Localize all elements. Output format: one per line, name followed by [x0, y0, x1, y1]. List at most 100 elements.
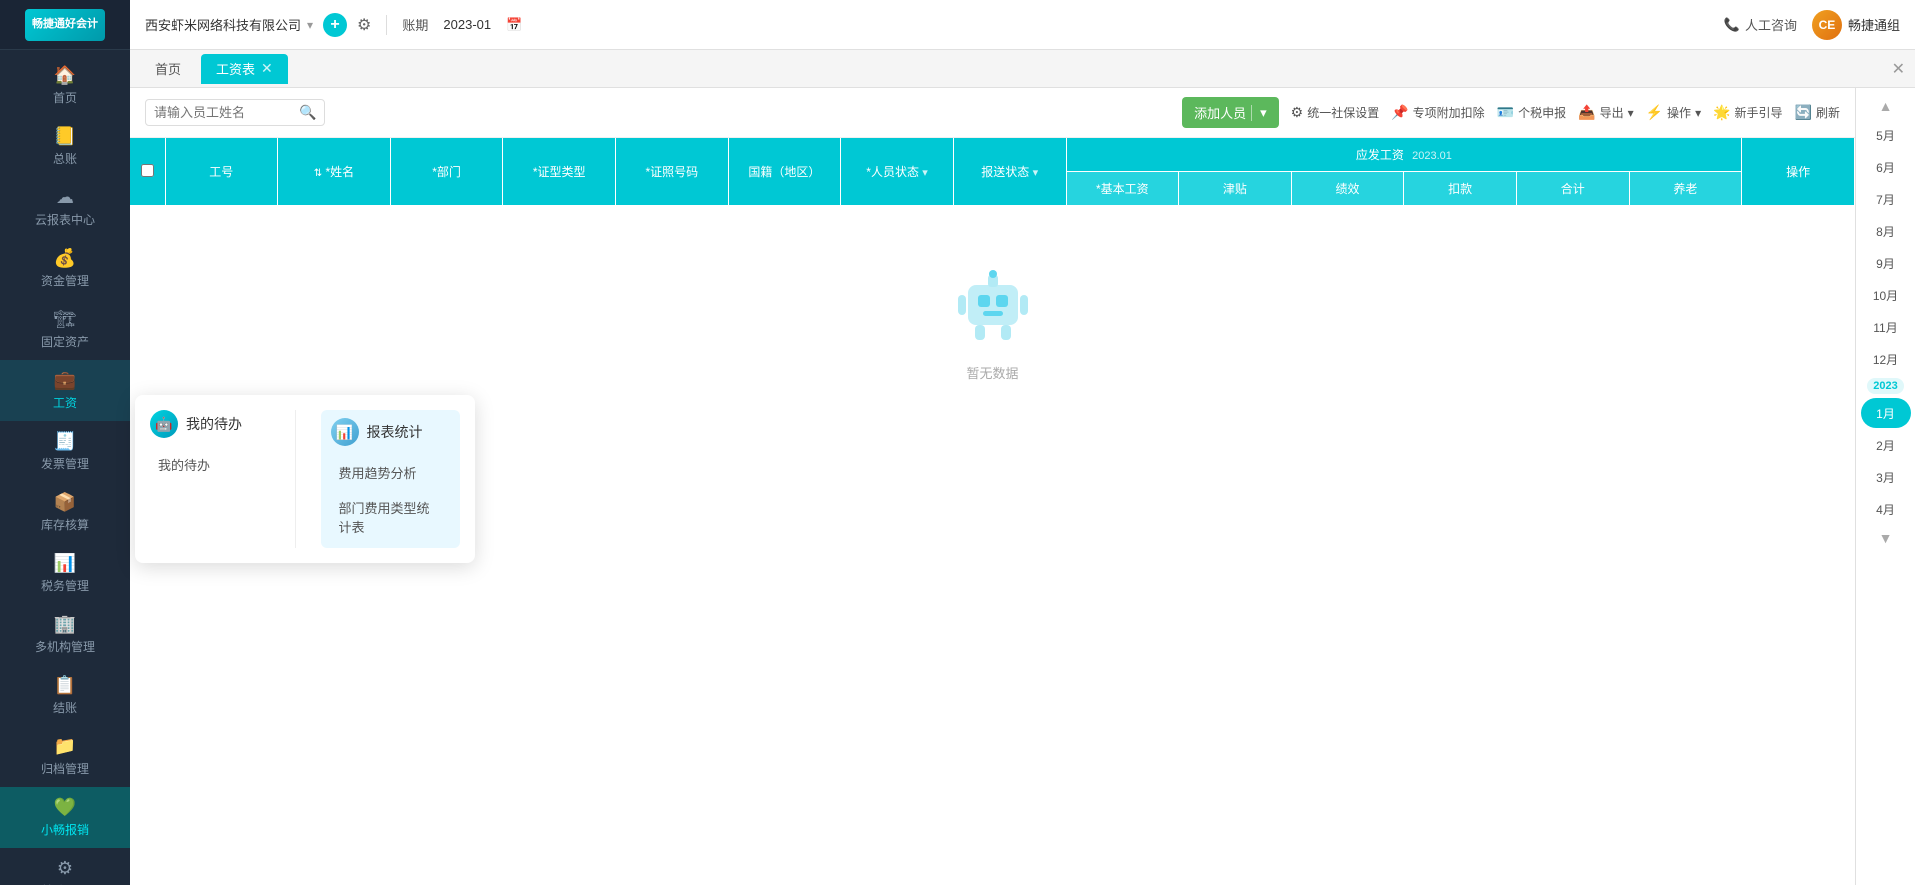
popup-row: 🤖 我的待办 我的待办 📊 报表统计 费用趋势分析 部门费用类型统计表: [150, 410, 460, 548]
th-payroll-group: 应发工资 2023.01: [1066, 138, 1742, 172]
fund-icon: 💰: [54, 248, 76, 269]
month-1-2023[interactable]: 1月: [1861, 398, 1911, 428]
inventory-icon: 📦: [54, 492, 76, 513]
individual-tax-action[interactable]: 🪪 个税申报: [1497, 104, 1566, 121]
assets-icon: 🏗: [54, 309, 77, 330]
tab-bar: 首页 工资表 ✕ ✕: [130, 50, 1915, 88]
settings-icon: ⚙: [57, 858, 73, 879]
tab-bar-close-icon[interactable]: ✕: [1892, 61, 1905, 78]
sidebar-item-cloud-reports[interactable]: ☁ 云报表中心: [0, 177, 130, 238]
report-filter-icon[interactable]: ▾: [1033, 167, 1039, 179]
th-name: ⇅ *姓名: [278, 138, 391, 205]
personnel-filter-icon[interactable]: ▾: [922, 167, 928, 179]
tab-salary-close-icon[interactable]: ✕: [261, 60, 273, 77]
month-3-2023[interactable]: 3月: [1861, 462, 1911, 492]
month-7-2022[interactable]: 7月: [1861, 184, 1911, 214]
topbar-settings-icon[interactable]: ⚙: [357, 15, 371, 35]
special-deduction-action[interactable]: 📌 专项附加扣除: [1391, 104, 1484, 121]
sidebar-item-salary[interactable]: 💼 工资: [0, 360, 130, 421]
month-11-2022[interactable]: 11月: [1861, 312, 1911, 342]
content-toolbar: 🔍 添加人员 ▾ ⚙ 统一社保设置 📌 专项附加扣除: [130, 88, 1855, 138]
sidebar-item-xiaochang[interactable]: 💚 小畅报销: [0, 787, 130, 848]
user-avatar: CE: [1812, 10, 1842, 40]
export-icon: 📤: [1578, 104, 1595, 121]
close-books-icon: 📋: [54, 675, 76, 696]
month-panel: ▲ 5月 6月 7月 8月 9月 10月 11月 12月 2023 1月 2月 …: [1855, 88, 1915, 885]
th-base-salary: *基本工资: [1066, 172, 1179, 206]
user-avatar-wrapper[interactable]: CE 畅捷通组: [1812, 10, 1900, 40]
refresh-action[interactable]: 🔄 刷新: [1795, 104, 1840, 121]
add-person-dropdown-icon[interactable]: ▾: [1251, 105, 1267, 121]
user-support[interactable]: 📞 人工咨询: [1724, 15, 1797, 34]
month-10-2022[interactable]: 10月: [1861, 280, 1911, 310]
cloud-icon: ☁: [56, 187, 74, 208]
calendar-icon[interactable]: 📅: [506, 17, 522, 33]
export-action[interactable]: 📤 导出 ▾: [1578, 104, 1633, 121]
th-report-status: 报送状态 ▾: [953, 138, 1066, 205]
social-security-action[interactable]: ⚙ 统一社保设置: [1291, 104, 1380, 121]
popup-item-my-pending[interactable]: 我的待办: [150, 451, 270, 478]
month-9-2022[interactable]: 9月: [1861, 248, 1911, 278]
tab-home[interactable]: 首页: [140, 54, 196, 84]
sidebar-item-multi-org[interactable]: 🏢 多机构管理: [0, 604, 130, 665]
operations-dropdown-icon: ▾: [1695, 106, 1701, 120]
add-person-button[interactable]: 添加人员 ▾: [1182, 97, 1279, 128]
topbar-right: 📞 人工咨询 CE 畅捷通组: [1724, 10, 1900, 40]
company-name: 西安虾米网络科技有限公司: [145, 15, 301, 34]
sidebar-item-ledger[interactable]: 📒 总账: [0, 116, 130, 177]
sidebar-item-home[interactable]: 🏠 首页: [0, 55, 130, 116]
month-2-2023[interactable]: 2月: [1861, 430, 1911, 460]
popup-item-expense-trend[interactable]: 费用趋势分析: [331, 459, 451, 486]
empty-text: 暂无数据: [966, 363, 1018, 382]
select-all-checkbox[interactable]: [141, 164, 154, 177]
archive-icon: 📁: [54, 736, 76, 757]
th-employee-id: 工号: [165, 138, 278, 205]
salary-table: 工号 ⇅ *姓名 *部门 *证型类型 *证照号码 国籍（地区） *人员状态 ▾: [130, 138, 1855, 205]
sidebar-item-basic-settings[interactable]: ⚙ 基础设置: [0, 848, 130, 885]
popup-col-left: 🤖 我的待办 我的待办: [150, 410, 270, 548]
sidebar-item-tax[interactable]: 📊 税务管理: [0, 543, 130, 604]
period-value: 2023-01: [443, 17, 491, 32]
sidebar-item-invoice[interactable]: 🧾 发票管理: [0, 421, 130, 482]
th-id-type: *证型类型: [503, 138, 616, 205]
new-guide-action[interactable]: 🌟 新手引导: [1713, 104, 1782, 121]
month-panel-down-icon[interactable]: ▼: [1874, 525, 1898, 551]
xiaochang-icon: 💚: [54, 797, 76, 818]
month-5-2022[interactable]: 5月: [1861, 120, 1911, 150]
sidebar-item-assets[interactable]: 🏗 固定资产: [0, 299, 130, 360]
month-4-2023[interactable]: 4月: [1861, 494, 1911, 524]
search-input[interactable]: [154, 105, 294, 120]
sidebar-item-inventory[interactable]: 📦 库存核算: [0, 482, 130, 543]
sidebar-item-archive[interactable]: 📁 归档管理: [0, 726, 130, 787]
year-2023-label: 2023: [1867, 378, 1903, 394]
search-icon[interactable]: 🔍: [299, 104, 316, 121]
popup-item-dept-expense[interactable]: 部门费用类型统计表: [331, 494, 451, 540]
th-deduction: 扣款: [1404, 172, 1517, 206]
support-phone-icon: 📞: [1724, 17, 1740, 33]
month-12-2022[interactable]: 12月: [1861, 344, 1911, 374]
topbar-add-button[interactable]: +: [323, 13, 347, 37]
empty-robot-illustration: [953, 265, 1033, 348]
month-6-2022[interactable]: 6月: [1861, 152, 1911, 182]
month-panel-up-icon[interactable]: ▲: [1874, 93, 1898, 119]
multi-org-icon: 🏢: [54, 614, 76, 635]
operations-icon: ⚡: [1646, 104, 1663, 121]
company-selector[interactable]: 西安虾米网络科技有限公司 ▾: [145, 15, 313, 34]
topbar: 西安虾米网络科技有限公司 ▾ + ⚙ 账期 2023-01 📅 📞 人工咨询 C…: [130, 0, 1915, 50]
popup-right-header-icon: 📊: [331, 418, 359, 446]
month-8-2022[interactable]: 8月: [1861, 216, 1911, 246]
th-checkbox[interactable]: [130, 138, 165, 205]
topbar-divider: [386, 15, 387, 35]
tab-salary[interactable]: 工资表 ✕: [201, 54, 288, 84]
th-department: *部门: [390, 138, 503, 205]
search-box: 🔍: [145, 99, 325, 126]
toolbar-actions: 添加人员 ▾ ⚙ 统一社保设置 📌 专项附加扣除 🪪: [1182, 97, 1840, 128]
sidebar-item-fund[interactable]: 💰 资金管理: [0, 238, 130, 299]
sort-icon: ⇅: [314, 168, 322, 179]
sidebar-item-close[interactable]: 📋 结账: [0, 665, 130, 726]
add-person-label: 添加人员: [1194, 103, 1246, 122]
home-icon: 🏠: [54, 65, 76, 86]
popup-left-header-title: 我的待办: [186, 414, 242, 434]
operations-action[interactable]: ⚡ 操作 ▾: [1646, 104, 1701, 121]
th-nationality: 国籍（地区）: [728, 138, 841, 205]
